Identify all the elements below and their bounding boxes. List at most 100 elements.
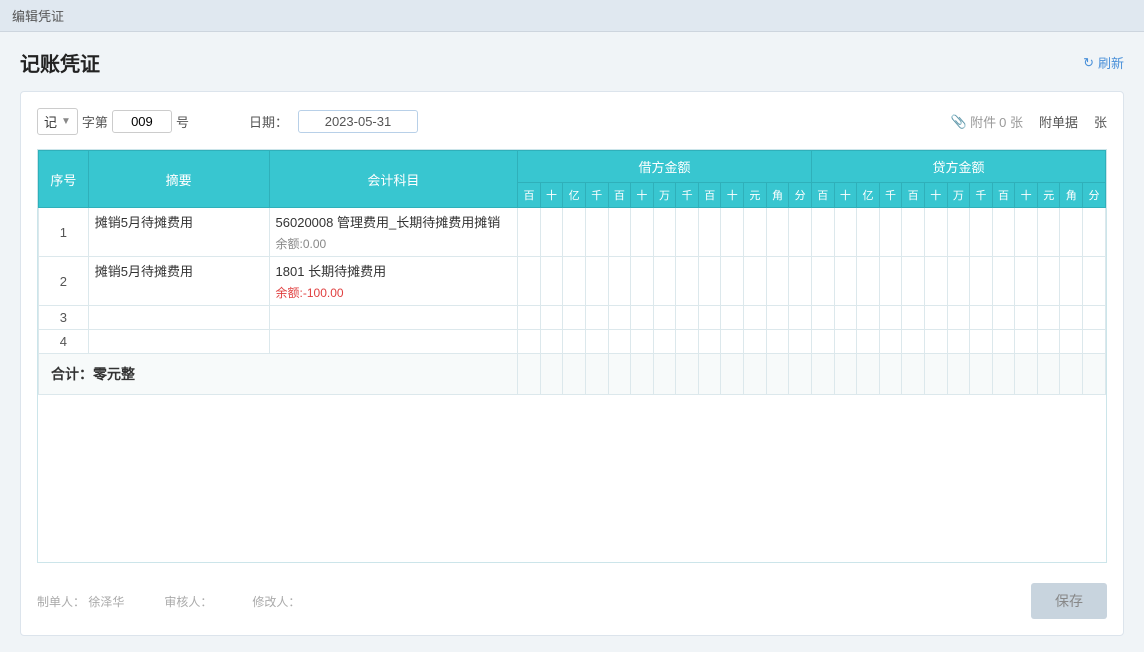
cell-debit-digit[interactable]	[518, 208, 541, 257]
cell-debit-digit[interactable]	[698, 330, 721, 354]
cell-account[interactable]: 56020008 管理费用_长期待摊费用摊销余额:0.00	[269, 208, 518, 257]
cell-credit-digit[interactable]	[879, 257, 902, 306]
cell-debit-digit[interactable]	[563, 208, 586, 257]
cell-credit-digit[interactable]	[1037, 330, 1060, 354]
cell-debit-digit[interactable]	[789, 330, 812, 354]
cell-debit-digit[interactable]	[789, 257, 812, 306]
cell-account[interactable]	[269, 330, 518, 354]
cell-credit-digit[interactable]	[1037, 257, 1060, 306]
cell-credit-digit[interactable]	[924, 330, 947, 354]
cell-credit-digit[interactable]	[1015, 208, 1038, 257]
cell-account[interactable]: 1801 长期待摊费用余额:-100.00	[269, 257, 518, 306]
cell-credit-digit[interactable]	[924, 257, 947, 306]
cell-credit-digit[interactable]	[902, 330, 925, 354]
cell-debit-digit[interactable]	[585, 306, 608, 330]
cell-credit-digit[interactable]	[857, 306, 880, 330]
cell-debit-digit[interactable]	[676, 257, 699, 306]
cell-credit-digit[interactable]	[811, 208, 834, 257]
cell-debit-digit[interactable]	[676, 306, 699, 330]
table-row[interactable]: 3	[39, 306, 1106, 330]
cell-summary[interactable]: 摊销5月待摊费用	[88, 208, 269, 257]
cell-debit-digit[interactable]	[518, 330, 541, 354]
cell-debit-digit[interactable]	[676, 208, 699, 257]
cell-debit-digit[interactable]	[744, 330, 767, 354]
table-row[interactable]: 4	[39, 330, 1106, 354]
cell-debit-digit[interactable]	[766, 208, 789, 257]
cell-credit-digit[interactable]	[1083, 306, 1106, 330]
cell-credit-digit[interactable]	[947, 257, 970, 306]
cell-credit-digit[interactable]	[902, 257, 925, 306]
cell-debit-digit[interactable]	[563, 257, 586, 306]
voucher-type-select[interactable]: 记 ▼	[37, 108, 78, 135]
cell-credit-digit[interactable]	[992, 208, 1015, 257]
cell-credit-digit[interactable]	[879, 330, 902, 354]
cell-credit-digit[interactable]	[811, 306, 834, 330]
cell-account[interactable]	[269, 306, 518, 330]
cell-debit-digit[interactable]	[789, 306, 812, 330]
cell-debit-digit[interactable]	[653, 208, 676, 257]
cell-credit-digit[interactable]	[1060, 257, 1083, 306]
cell-debit-digit[interactable]	[698, 208, 721, 257]
cell-credit-digit[interactable]	[1083, 257, 1106, 306]
cell-credit-digit[interactable]	[879, 306, 902, 330]
table-row[interactable]: 1摊销5月待摊费用56020008 管理费用_长期待摊费用摊销余额:0.00	[39, 208, 1106, 257]
cell-debit-digit[interactable]	[698, 306, 721, 330]
cell-debit-digit[interactable]	[540, 257, 563, 306]
cell-debit-digit[interactable]	[653, 306, 676, 330]
voucher-number-input[interactable]	[112, 110, 172, 133]
cell-debit-digit[interactable]	[744, 257, 767, 306]
cell-credit-digit[interactable]	[1060, 306, 1083, 330]
cell-credit-digit[interactable]	[970, 257, 993, 306]
cell-debit-digit[interactable]	[766, 306, 789, 330]
cell-credit-digit[interactable]	[1015, 257, 1038, 306]
cell-debit-digit[interactable]	[540, 330, 563, 354]
cell-debit-digit[interactable]	[563, 306, 586, 330]
cell-debit-digit[interactable]	[563, 330, 586, 354]
cell-debit-digit[interactable]	[789, 208, 812, 257]
cell-summary[interactable]	[88, 306, 269, 330]
cell-debit-digit[interactable]	[653, 257, 676, 306]
cell-credit-digit[interactable]	[1083, 330, 1106, 354]
cell-debit-digit[interactable]	[676, 330, 699, 354]
table-row[interactable]: 2摊销5月待摊费用1801 长期待摊费用余额:-100.00	[39, 257, 1106, 306]
cell-debit-digit[interactable]	[631, 208, 654, 257]
cell-credit-digit[interactable]	[924, 208, 947, 257]
cell-debit-digit[interactable]	[585, 208, 608, 257]
cell-credit-digit[interactable]	[1037, 208, 1060, 257]
cell-debit-digit[interactable]	[631, 306, 654, 330]
attach-link[interactable]: 📎 附件 0 张	[951, 112, 1023, 131]
cell-summary[interactable]	[88, 330, 269, 354]
cell-credit-digit[interactable]	[992, 257, 1015, 306]
cell-debit-digit[interactable]	[585, 330, 608, 354]
cell-credit-digit[interactable]	[970, 208, 993, 257]
cell-debit-digit[interactable]	[608, 330, 631, 354]
cell-credit-digit[interactable]	[947, 208, 970, 257]
cell-debit-digit[interactable]	[721, 208, 744, 257]
cell-credit-digit[interactable]	[834, 306, 857, 330]
attach-single-button[interactable]: 附单据	[1039, 112, 1078, 131]
cell-debit-digit[interactable]	[608, 208, 631, 257]
cell-credit-digit[interactable]	[879, 208, 902, 257]
refresh-button[interactable]: ↻ 刷新	[1083, 53, 1124, 72]
cell-debit-digit[interactable]	[744, 306, 767, 330]
cell-debit-digit[interactable]	[721, 257, 744, 306]
save-button[interactable]: 保存	[1031, 583, 1107, 619]
cell-summary[interactable]: 摊销5月待摊费用	[88, 257, 269, 306]
cell-credit-digit[interactable]	[947, 306, 970, 330]
cell-credit-digit[interactable]	[857, 330, 880, 354]
cell-credit-digit[interactable]	[857, 208, 880, 257]
cell-debit-digit[interactable]	[631, 257, 654, 306]
cell-credit-digit[interactable]	[924, 306, 947, 330]
cell-credit-digit[interactable]	[857, 257, 880, 306]
cell-credit-digit[interactable]	[992, 306, 1015, 330]
cell-debit-digit[interactable]	[653, 330, 676, 354]
cell-debit-digit[interactable]	[608, 257, 631, 306]
cell-debit-digit[interactable]	[744, 208, 767, 257]
cell-debit-digit[interactable]	[608, 306, 631, 330]
cell-credit-digit[interactable]	[834, 330, 857, 354]
cell-credit-digit[interactable]	[902, 208, 925, 257]
cell-debit-digit[interactable]	[721, 330, 744, 354]
cell-debit-digit[interactable]	[518, 257, 541, 306]
cell-credit-digit[interactable]	[811, 257, 834, 306]
cell-credit-digit[interactable]	[1083, 208, 1106, 257]
